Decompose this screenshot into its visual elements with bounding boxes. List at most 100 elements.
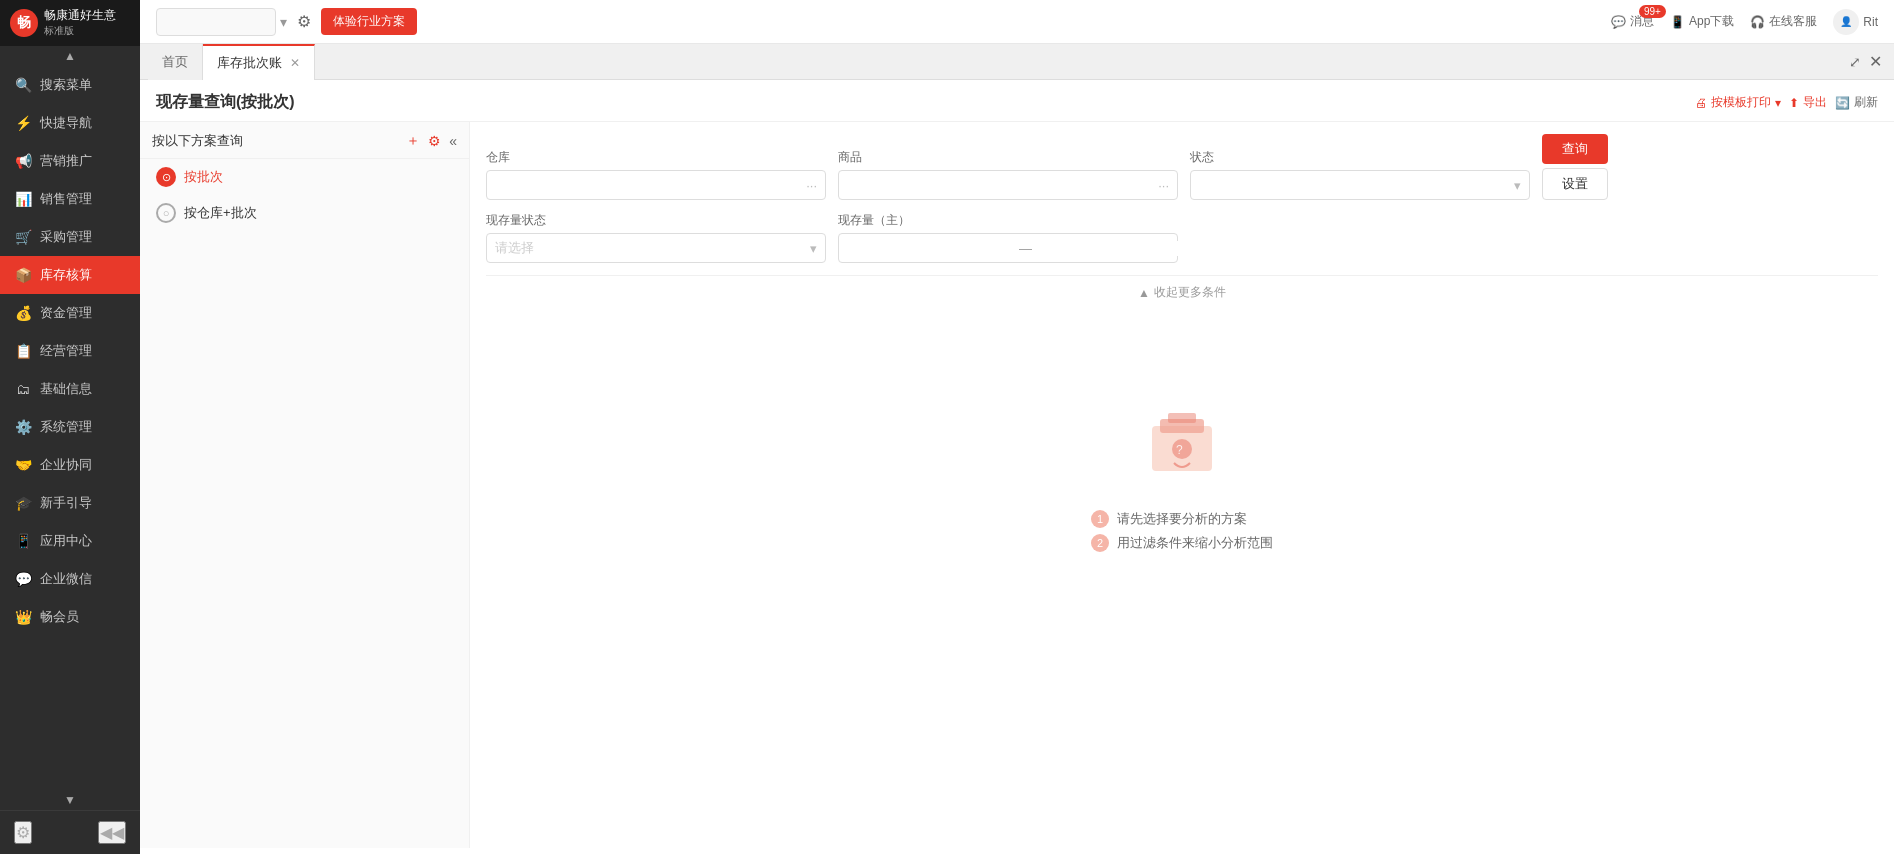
user-menu-button[interactable]: 👤 Rit bbox=[1833, 9, 1878, 35]
tip1-num: 1 bbox=[1091, 510, 1109, 528]
sidebar-item-search[interactable]: 🔍 搜索菜单 bbox=[0, 66, 140, 104]
warehouse-batch-option-icon: ○ bbox=[156, 203, 176, 223]
sidebar-item-apps-label: 应用中心 bbox=[40, 532, 92, 550]
refresh-button[interactable]: 🔄 刷新 bbox=[1835, 94, 1878, 111]
marketing-icon: 📢 bbox=[14, 152, 32, 170]
quantity-filter-item: 现存量（主） — bbox=[838, 212, 1178, 263]
sidebar-item-sales-label: 销售管理 bbox=[40, 190, 92, 208]
warehouse-more-button[interactable]: ··· bbox=[806, 178, 817, 193]
online-service-button[interactable]: 🎧 在线客服 bbox=[1750, 13, 1817, 30]
settings-filter-button[interactable]: 设置 bbox=[1542, 168, 1608, 200]
manage-scheme-button[interactable]: ⚙ bbox=[428, 133, 441, 149]
add-scheme-button[interactable]: ＋ bbox=[406, 132, 420, 150]
message-button[interactable]: 💬 消息 99+ bbox=[1611, 13, 1654, 30]
filter-option-warehouse-batch[interactable]: ○ 按仓库+批次 bbox=[140, 195, 469, 231]
tab-expand-button[interactable]: ⤢ bbox=[1849, 54, 1861, 70]
system-icon: ⚙️ bbox=[14, 418, 32, 436]
sidebar-item-system[interactable]: ⚙️ 系统管理 bbox=[0, 408, 140, 446]
filter-option-batch[interactable]: ⊙ 按批次 bbox=[140, 159, 469, 195]
app-title: 畅康通好生意 bbox=[44, 8, 116, 24]
sidebar-item-newbie[interactable]: 🎓 新手引导 bbox=[0, 484, 140, 522]
topbar: ▾ ⚙ 体验行业方案 💬 消息 99+ 📱 App下载 🎧 在线客服 bbox=[140, 0, 1894, 44]
collapse-filter-button[interactable]: « bbox=[449, 133, 457, 149]
page-actions: 🖨 按模板打印 ▾ ⬆ 导出 🔄 刷新 bbox=[1695, 94, 1878, 111]
enterprise-icon: 🤝 bbox=[14, 456, 32, 474]
collapse-sidebar-button[interactable]: ◀◀ bbox=[98, 821, 126, 844]
tab-home-label: 首页 bbox=[162, 53, 188, 71]
sidebar-item-marketing[interactable]: 📢 营销推广 bbox=[0, 142, 140, 180]
empty-illustration: ? bbox=[1132, 391, 1232, 494]
sidebar-item-purchase-label: 采购管理 bbox=[40, 228, 92, 246]
batch-option-label: 按批次 bbox=[184, 168, 223, 186]
tab-panel-close-button[interactable]: ✕ bbox=[1869, 52, 1882, 71]
quantity-separator: — bbox=[1019, 241, 1032, 256]
sidebar-item-system-label: 系统管理 bbox=[40, 418, 92, 436]
settings-button[interactable]: ⚙ bbox=[14, 821, 32, 844]
quantity-max-input[interactable] bbox=[1036, 241, 1204, 256]
product-input[interactable] bbox=[847, 178, 1154, 193]
sidebar-item-enterprise[interactable]: 🤝 企业协同 bbox=[0, 446, 140, 484]
newbie-icon: 🎓 bbox=[14, 494, 32, 512]
sidebar-nav: 🔍 搜索菜单 ⚡ 快捷导航 📢 营销推广 📊 销售管理 🛒 采购管理 📦 bbox=[0, 66, 140, 790]
query-actions: 查询 设置 bbox=[1542, 134, 1608, 200]
tab-batch[interactable]: 库存批次账 ✕ bbox=[203, 44, 315, 80]
sidebar-item-inventory[interactable]: 📦 库存核算 bbox=[0, 256, 140, 294]
filter-sidebar-actions: ＋ ⚙ « bbox=[406, 132, 457, 150]
warehouse-batch-option-label: 按仓库+批次 bbox=[184, 204, 257, 222]
sidebar-scroll-up[interactable]: ▲ bbox=[0, 46, 140, 66]
collapse-label: 收起更多条件 bbox=[1154, 284, 1226, 301]
wechat-icon: 💬 bbox=[14, 570, 32, 588]
query-button[interactable]: 查询 bbox=[1542, 134, 1608, 164]
topbar-gear-button[interactable]: ⚙ bbox=[297, 12, 311, 31]
print-dropdown-icon: ▾ bbox=[1775, 96, 1781, 110]
svg-text:?: ? bbox=[1176, 443, 1183, 457]
tab-home[interactable]: 首页 bbox=[148, 44, 203, 80]
inventory-status-placeholder: 请选择 bbox=[495, 239, 806, 257]
empty-tip-2: 2 用过滤条件来缩小分析范围 bbox=[1091, 534, 1273, 552]
topbar-dropdown-button[interactable]: ▾ bbox=[280, 14, 287, 30]
sidebar-item-member-label: 畅会员 bbox=[40, 608, 79, 626]
tab-panel-controls: ⤢ ✕ bbox=[1849, 52, 1886, 71]
sidebar-item-quick[interactable]: ⚡ 快捷导航 bbox=[0, 104, 140, 142]
page-header: 现存量查询(按批次) 🖨 按模板打印 ▾ ⬆ 导出 🔄 刷新 bbox=[140, 80, 1894, 122]
sidebar-item-wechat[interactable]: 💬 企业微信 bbox=[0, 560, 140, 598]
product-more-button[interactable]: ··· bbox=[1158, 178, 1169, 193]
sidebar-item-sales[interactable]: 📊 销售管理 bbox=[0, 180, 140, 218]
topbar-search-input[interactable] bbox=[156, 8, 276, 36]
sidebar-header: 畅 畅康通好生意 标准版 bbox=[0, 0, 140, 46]
sidebar-scroll-down[interactable]: ▼ bbox=[0, 790, 140, 810]
app-download-button[interactable]: 📱 App下载 bbox=[1670, 13, 1734, 30]
print-icon: 🖨 bbox=[1695, 96, 1707, 110]
print-button[interactable]: 🖨 按模板打印 ▾ bbox=[1695, 94, 1781, 111]
collapse-more-button[interactable]: ▲ 收起更多条件 bbox=[1138, 280, 1226, 305]
avatar: 👤 bbox=[1833, 9, 1859, 35]
message-icon: 💬 bbox=[1611, 15, 1626, 29]
warehouse-input[interactable] bbox=[495, 178, 802, 193]
export-button[interactable]: ⬆ 导出 bbox=[1789, 94, 1827, 111]
finance-icon: 💰 bbox=[14, 304, 32, 322]
filter-sidebar-title: 按以下方案查询 bbox=[152, 132, 243, 150]
sidebar-item-quick-label: 快捷导航 bbox=[40, 114, 92, 132]
tab-close-button[interactable]: ✕ bbox=[290, 56, 300, 70]
sidebar-item-wechat-label: 企业微信 bbox=[40, 570, 92, 588]
warehouse-label: 仓库 bbox=[486, 149, 826, 166]
inventory-status-dropdown[interactable]: ▾ bbox=[810, 241, 817, 256]
sidebar-item-basic[interactable]: 🗂 基础信息 bbox=[0, 370, 140, 408]
sidebar-item-business[interactable]: 📋 经营管理 bbox=[0, 332, 140, 370]
headset-icon: 🎧 bbox=[1750, 15, 1765, 29]
sidebar-item-search-label: 搜索菜单 bbox=[40, 76, 92, 94]
quantity-min-input[interactable] bbox=[847, 241, 1015, 256]
sidebar-item-member[interactable]: 👑 畅会员 bbox=[0, 598, 140, 636]
sidebar-item-purchase[interactable]: 🛒 采购管理 bbox=[0, 218, 140, 256]
app-download-label: App下载 bbox=[1689, 13, 1734, 30]
sidebar-item-finance[interactable]: 💰 资金管理 bbox=[0, 294, 140, 332]
empty-tip-1: 1 请先选择要分析的方案 bbox=[1091, 510, 1273, 528]
tip1-text: 请先选择要分析的方案 bbox=[1117, 510, 1247, 528]
status-dropdown-button[interactable]: ▾ bbox=[1514, 178, 1521, 193]
inventory-status-label: 现存量状态 bbox=[486, 212, 826, 229]
sidebar-item-apps[interactable]: 📱 应用中心 bbox=[0, 522, 140, 560]
status-filter-item: 状态 ▾ bbox=[1190, 149, 1530, 200]
experience-button[interactable]: 体验行业方案 bbox=[321, 8, 417, 35]
refresh-label: 刷新 bbox=[1854, 94, 1878, 111]
member-icon: 👑 bbox=[14, 608, 32, 626]
